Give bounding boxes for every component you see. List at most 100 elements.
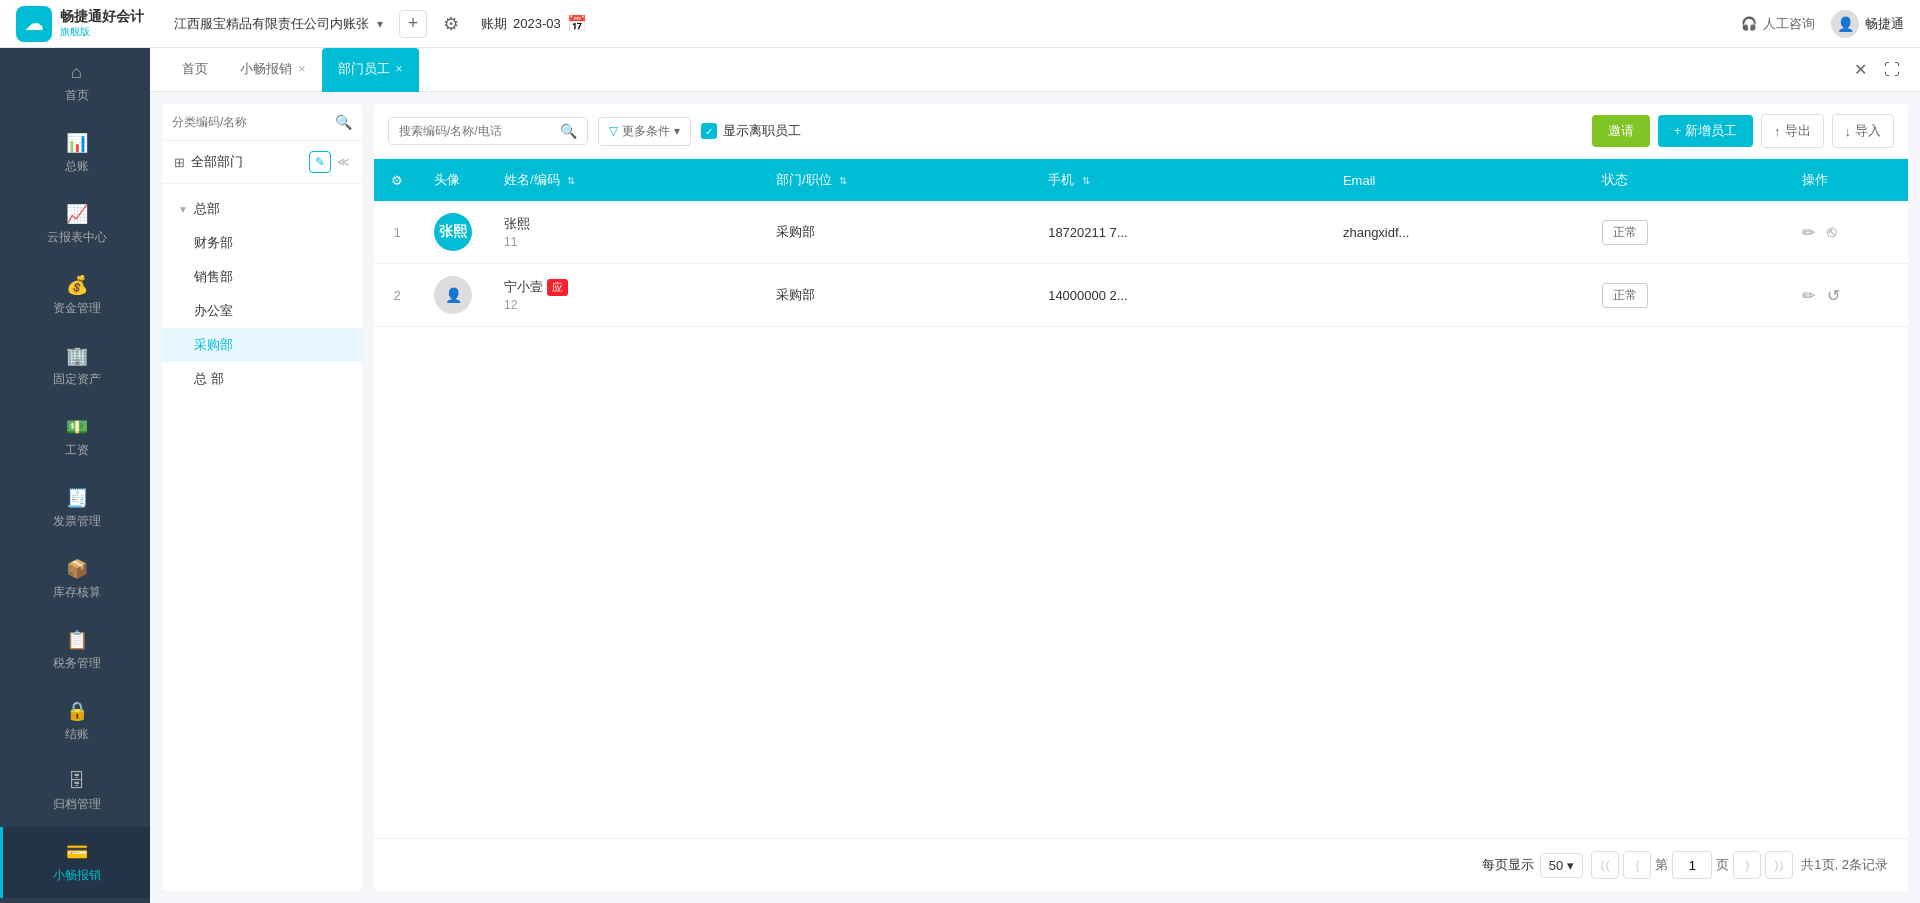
table-row: 2 👤 宁小壹应 12 采购部 14000000 2... 正常 ✏ xyxy=(374,264,1908,327)
sidebar-item-reports[interactable]: 📈 云报表中心 xyxy=(0,189,150,260)
edit-icon[interactable]: ✏ xyxy=(1802,286,1815,305)
tax-icon: 📋 xyxy=(66,629,88,651)
avatar: 👤 xyxy=(434,276,472,314)
dept-item-hq2[interactable]: 总 部 xyxy=(162,362,362,396)
dept-search-area: 🔍 xyxy=(162,104,362,141)
delete-icon[interactable]: ↺ xyxy=(1827,286,1840,305)
col-name[interactable]: 姓名/编码 ⇅ xyxy=(490,159,762,201)
sidebar-item-archive[interactable]: 🗄 归档管理 xyxy=(0,757,150,827)
add-tab-button[interactable]: + xyxy=(399,10,427,38)
gear-icon[interactable]: ⚙ xyxy=(391,173,403,188)
dept-search-icon[interactable]: 🔍 xyxy=(335,114,352,130)
top-header: ☁ 畅捷通好会计 旗舰版 江西服宝精品有限责任公司内账张 ▾ + ⚙ 账期 20… xyxy=(0,0,1920,48)
header-actions: 🎧 人工咨询 👤 畅捷通 xyxy=(1741,10,1904,38)
company-selector[interactable]: 江西服宝精品有限责任公司内账张 ▾ xyxy=(174,15,383,33)
sidebar-item-settings[interactable]: ⚙ 基础设置 xyxy=(0,898,150,903)
employee-search-box[interactable]: 🔍 xyxy=(388,117,588,145)
sidebar-item-salary[interactable]: 💵 工资 xyxy=(0,402,150,473)
search-icon[interactable]: 🔍 xyxy=(560,123,577,139)
all-dept-row[interactable]: ⊞ 全部部门 ✎ ≪ xyxy=(162,141,362,184)
per-page-select[interactable]: 50 ▾ xyxy=(1540,853,1583,878)
home-icon: ⌂ xyxy=(71,62,82,83)
dept-label: 采购部 xyxy=(194,336,233,354)
row-num: 2 xyxy=(374,264,420,327)
logout-icon[interactable]: ⎋ xyxy=(1827,223,1837,241)
expense-icon: 💳 xyxy=(66,841,88,863)
service-button[interactable]: 🎧 人工咨询 xyxy=(1741,15,1815,33)
employee-search-input[interactable] xyxy=(399,124,554,138)
tab-dept-employee[interactable]: 部门员工 × xyxy=(322,48,419,92)
dept-label: 财务部 xyxy=(194,234,233,252)
archive-icon: 🗄 xyxy=(68,771,86,792)
sidebar-item-label: 云报表中心 xyxy=(47,229,107,246)
dept-item-sales[interactable]: 销售部 xyxy=(162,260,362,294)
period-selector[interactable]: 账期 2023-03 📅 xyxy=(481,14,587,33)
tab-expense-close[interactable]: × xyxy=(298,61,306,76)
col-phone[interactable]: 手机 ⇅ xyxy=(1034,159,1329,201)
show-resigned-label: 显示离职员工 xyxy=(723,122,801,140)
calendar-icon: 📅 xyxy=(567,14,587,33)
user-profile[interactable]: 👤 畅捷通 xyxy=(1831,10,1904,38)
row-num: 1 xyxy=(374,201,420,264)
status-cell: 正常 xyxy=(1588,264,1788,327)
close-window-button[interactable]: ✕ xyxy=(1848,58,1872,82)
show-resigned-checkbox[interactable]: ✓ 显示离职员工 xyxy=(701,122,801,140)
close-month-icon: 🔒 xyxy=(66,700,88,722)
sidebar-item-close[interactable]: 🔒 结账 xyxy=(0,686,150,757)
dept-item-hq[interactable]: ▼ 总部 xyxy=(162,192,362,226)
col-dept[interactable]: 部门/职位 ⇅ xyxy=(762,159,1034,201)
sidebar-item-label: 税务管理 xyxy=(53,655,101,672)
sidebar-item-label: 库存核算 xyxy=(53,584,101,601)
next-page-button[interactable]: ⟩ xyxy=(1733,851,1761,879)
dept-cell: 采购部 xyxy=(762,264,1034,327)
add-employee-button[interactable]: + 新增员工 xyxy=(1658,115,1753,147)
sidebar-item-tax[interactable]: 📋 税务管理 xyxy=(0,615,150,686)
dept-label: 总 部 xyxy=(194,370,224,388)
page-unit: 页 xyxy=(1716,856,1729,874)
invite-button[interactable]: 邀请 xyxy=(1592,115,1650,147)
logo-sub: 旗舰版 xyxy=(60,25,144,39)
dept-item-office[interactable]: 办公室 xyxy=(162,294,362,328)
status-cell: 正常 xyxy=(1588,201,1788,264)
page-size-selector: 每页显示 50 ▾ xyxy=(1482,853,1583,878)
export-button[interactable]: ↑ 导出 xyxy=(1761,114,1824,148)
sidebar-item-home[interactable]: ⌂ 首页 xyxy=(0,48,150,118)
import-button[interactable]: ↓ 导入 xyxy=(1832,114,1895,148)
sidebar-item-inventory[interactable]: 📦 库存核算 xyxy=(0,544,150,615)
logo-text: 畅捷通好会计 xyxy=(60,8,144,25)
expand-window-button[interactable]: ⛶ xyxy=(1880,58,1904,82)
sort-icon: ⇅ xyxy=(1082,175,1090,186)
table-toolbar: 🔍 ▽ 更多条件 ▾ ✓ 显示离职员工 邀请 + 新增员工 xyxy=(374,104,1908,159)
more-filter-button[interactable]: ▽ 更多条件 ▾ xyxy=(598,117,691,146)
last-page-button[interactable]: ⟩⟩ xyxy=(1765,851,1793,879)
employee-name: 张熙 xyxy=(504,215,748,233)
page-number-input[interactable] xyxy=(1672,851,1712,879)
settings-icon[interactable]: ⚙ xyxy=(437,10,465,38)
expand-icon: ▼ xyxy=(178,204,188,215)
first-page-button[interactable]: ⟨⟨ xyxy=(1591,851,1619,879)
tabs-bar: 首页 小畅报销 × 部门员工 × ✕ ⛶ xyxy=(150,48,1920,92)
dept-grid-icon: ⊞ xyxy=(174,155,185,170)
dept-item-purchasing[interactable]: 采购部 xyxy=(162,328,362,362)
dept-collapse-button[interactable]: ≪ xyxy=(337,155,350,169)
tab-dept-close[interactable]: × xyxy=(396,62,403,76)
chevron-down-icon: ▾ xyxy=(1567,858,1574,873)
dept-tree: ▼ 总部 财务部 销售部 办公室 采购部 xyxy=(162,184,362,891)
tab-expense[interactable]: 小畅报销 × xyxy=(224,48,322,92)
dept-edit-button[interactable]: ✎ xyxy=(309,151,331,173)
dept-item-finance[interactable]: 财务部 xyxy=(162,226,362,260)
sidebar-item-invoice[interactable]: 🧾 发票管理 xyxy=(0,473,150,544)
import-icon: ↓ xyxy=(1845,124,1852,139)
prev-page-button[interactable]: ⟨ xyxy=(1623,851,1651,879)
sidebar-item-funds[interactable]: 💰 资金管理 xyxy=(0,260,150,331)
sidebar-item-assets[interactable]: 🏢 固定资产 xyxy=(0,331,150,402)
dept-label: 办公室 xyxy=(194,302,233,320)
edit-icon[interactable]: ✏ xyxy=(1802,223,1815,242)
sidebar-item-expense[interactable]: 💳 小畅报销 xyxy=(0,827,150,898)
sidebar-item-general[interactable]: 📊 总账 xyxy=(0,118,150,189)
filter-icon: ▽ xyxy=(609,124,618,138)
status-tag: 应 xyxy=(547,279,568,296)
page-navigation: ⟨⟨ ⟨ 第 页 ⟩ ⟩⟩ xyxy=(1591,851,1793,879)
dept-search-input[interactable] xyxy=(172,115,329,129)
tab-home[interactable]: 首页 xyxy=(166,48,224,92)
